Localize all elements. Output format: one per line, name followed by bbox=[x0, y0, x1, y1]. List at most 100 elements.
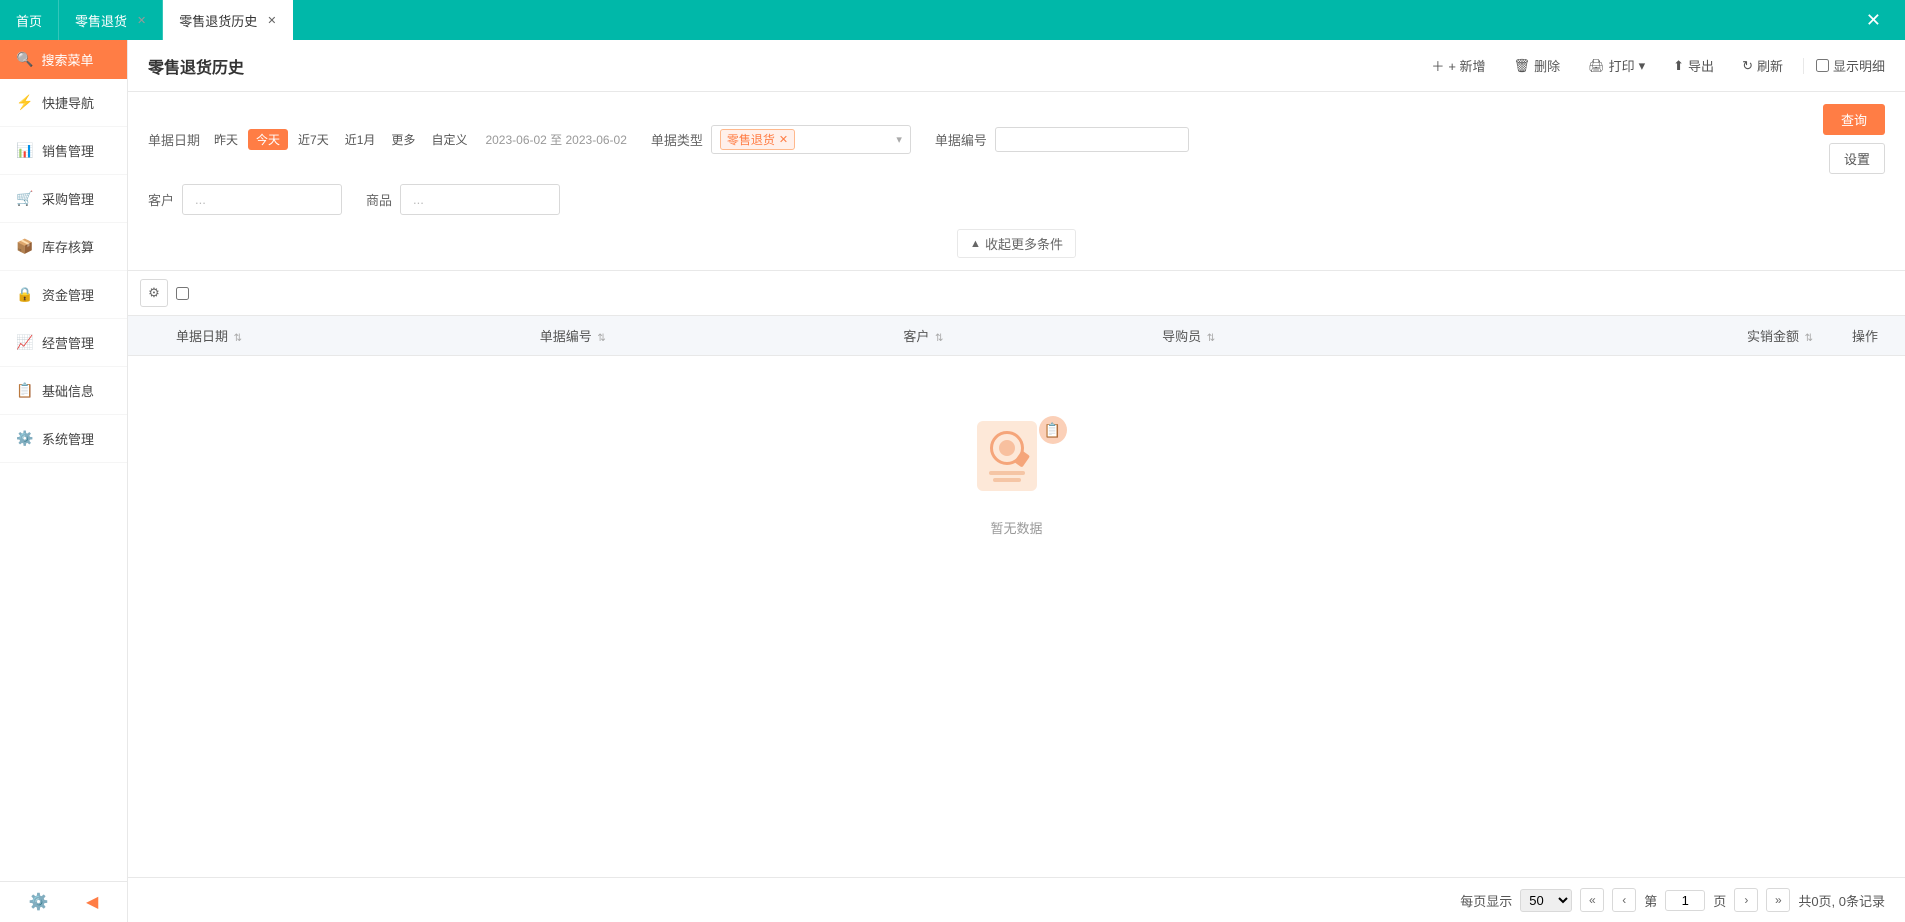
doc-type-tag-close[interactable]: ✕ bbox=[779, 133, 788, 146]
th-amount[interactable]: 实销金额 ⇅ bbox=[1461, 316, 1825, 356]
sidebar-item-biz-mgmt[interactable]: 📈 经营管理 bbox=[0, 319, 127, 367]
print-icon: 🖨 bbox=[1588, 58, 1605, 74]
date-btn-1month[interactable]: 近1月 bbox=[339, 129, 382, 150]
header-divider bbox=[1803, 58, 1804, 74]
table-head: 单据日期 ⇅ 单据编号 ⇅ 客户 ⇅ bbox=[128, 316, 1905, 356]
date-btn-more[interactable]: 更多 bbox=[385, 129, 421, 150]
tab-retail-return-label: 零售退货 bbox=[75, 11, 127, 30]
page-size-select[interactable]: 50 10 20 100 bbox=[1520, 889, 1572, 912]
date-btn-yesterday[interactable]: 昨天 bbox=[208, 129, 244, 150]
sidebar-item-quick-nav[interactable]: ⚡ 快捷导航 bbox=[0, 79, 127, 127]
quick-nav-icon: ⚡ bbox=[16, 94, 34, 112]
empty-text: 暂无数据 bbox=[990, 518, 1042, 537]
doc-no-label: 单据编号 bbox=[935, 130, 987, 149]
customer-filter-item: 客户 ... bbox=[148, 184, 342, 215]
date-btn-today[interactable]: 今天 bbox=[248, 129, 288, 150]
goods-label: 商品 bbox=[366, 190, 392, 209]
customer-placeholder: ... bbox=[191, 188, 210, 211]
goods-placeholder: ... bbox=[409, 188, 428, 211]
tab-retail-return-history-close[interactable]: ✕ bbox=[267, 14, 276, 27]
collapse-label: 收起更多条件 bbox=[985, 234, 1063, 253]
th-no[interactable]: 单据编号 ⇅ bbox=[528, 316, 892, 356]
sidebar-item-inventory[interactable]: 📦 库存核算 bbox=[0, 223, 127, 271]
next-page-btn[interactable]: › bbox=[1734, 888, 1758, 912]
date-range-display: 2023-06-02 至 2023-06-02 bbox=[485, 131, 626, 148]
page-label: 页 bbox=[1713, 891, 1726, 910]
customer-select[interactable]: ... bbox=[182, 184, 342, 215]
sidebar-items: ⚡ 快捷导航 📊 销售管理 🛒 采购管理 📦 库存核算 🔒 资金管理 📈 bbox=[0, 79, 127, 881]
basic-info-icon: 📋 bbox=[16, 382, 34, 400]
filter-settings-button[interactable]: 设置 bbox=[1829, 143, 1885, 174]
page-size-label: 每页显示 bbox=[1460, 891, 1512, 910]
sidebar-item-sales-mgmt[interactable]: 📊 销售管理 bbox=[0, 127, 127, 175]
show-detail-checkbox[interactable] bbox=[1816, 59, 1829, 72]
sidebar-item-sys-mgmt[interactable]: ⚙️ 系统管理 bbox=[0, 415, 127, 463]
window-close-button[interactable]: ✕ bbox=[1858, 10, 1889, 31]
page-header: 零售退货历史 ＋ + 新增 🗑 删除 🖨 打印 ▾ ⬆ 导出 bbox=[128, 40, 1905, 92]
sidebar: 🔍 搜索菜单 ⚡ 快捷导航 📊 销售管理 🛒 采购管理 📦 库存核算 🔒 bbox=[0, 40, 128, 922]
print-label: 打印 bbox=[1609, 56, 1635, 75]
refresh-button[interactable]: ↻ 刷新 bbox=[1734, 52, 1791, 79]
tab-retail-return-history[interactable]: 零售退货历史 ✕ bbox=[163, 0, 293, 40]
search-menu-btn[interactable]: 🔍 搜索菜单 bbox=[0, 40, 127, 79]
table-header-row: 单据日期 ⇅ 单据编号 ⇅ 客户 ⇅ bbox=[128, 316, 1905, 356]
th-customer[interactable]: 客户 ⇅ bbox=[891, 316, 1150, 356]
table-column-settings-btn[interactable]: ⚙ bbox=[140, 279, 168, 307]
data-table: 单据日期 ⇅ 单据编号 ⇅ 客户 ⇅ bbox=[128, 316, 1905, 356]
th-guide[interactable]: 导购员 ⇅ bbox=[1150, 316, 1461, 356]
filter-section: 单据日期 昨天 今天 近7天 近1月 更多 自定义 2023-06-02 至 2… bbox=[128, 92, 1905, 271]
sidebar-settings-icon[interactable]: ⚙️ bbox=[29, 892, 49, 912]
sys-mgmt-icon: ⚙️ bbox=[16, 430, 34, 448]
customer-sort-icon: ⇅ bbox=[935, 333, 943, 344]
prev-page-btn[interactable]: ‹ bbox=[1612, 888, 1636, 912]
date-btn-7days[interactable]: 近7天 bbox=[292, 129, 335, 150]
export-button[interactable]: ⬆ 导出 bbox=[1665, 52, 1722, 79]
sidebar-item-purchase-mgmt[interactable]: 🛒 采购管理 bbox=[0, 175, 127, 223]
goods-select[interactable]: ... bbox=[400, 184, 560, 215]
date-filter-item: 单据日期 昨天 今天 近7天 近1月 更多 自定义 2023-06-02 至 2… bbox=[148, 129, 627, 150]
th-checkbox bbox=[128, 316, 164, 356]
print-button[interactable]: 🖨 打印 ▾ bbox=[1580, 52, 1653, 79]
sidebar-collapse-icon[interactable]: ◀ bbox=[86, 892, 98, 912]
show-detail-checkbox-label[interactable]: 显示明细 bbox=[1816, 56, 1885, 75]
refresh-label: 刷新 bbox=[1757, 56, 1783, 75]
sidebar-item-finance-mgmt[interactable]: 🔒 资金管理 bbox=[0, 271, 127, 319]
date-filter-label: 单据日期 bbox=[148, 130, 200, 149]
add-button[interactable]: ＋ + 新增 bbox=[1423, 52, 1493, 79]
table-toolbar: ⚙ bbox=[128, 271, 1905, 316]
table-section: ⚙ 单据日期 ⇅ 单据编号 ⇅ bbox=[128, 271, 1905, 877]
first-page-btn[interactable]: « bbox=[1580, 888, 1604, 912]
page-number-input[interactable] bbox=[1665, 890, 1705, 911]
main-layout: 🔍 搜索菜单 ⚡ 快捷导航 📊 销售管理 🛒 采购管理 📦 库存核算 🔒 bbox=[0, 40, 1905, 922]
doc-type-label: 单据类型 bbox=[651, 130, 703, 149]
sidebar-item-biz-label: 经营管理 bbox=[42, 333, 94, 352]
query-button[interactable]: 查询 bbox=[1823, 104, 1885, 135]
show-detail-label: 显示明细 bbox=[1833, 56, 1885, 75]
empty-illustration: 📋 bbox=[967, 416, 1067, 506]
finance-mgmt-icon: 🔒 bbox=[16, 286, 34, 304]
sidebar-item-sales-label: 销售管理 bbox=[42, 141, 94, 160]
date-btn-custom[interactable]: 自定义 bbox=[425, 129, 473, 150]
no-sort-icon: ⇅ bbox=[597, 333, 605, 344]
tab-retail-return-history-label: 零售退货历史 bbox=[179, 11, 257, 30]
page-word: 第 bbox=[1644, 891, 1657, 910]
delete-label: 删除 bbox=[1534, 56, 1560, 75]
th-date[interactable]: 单据日期 ⇅ bbox=[164, 316, 528, 356]
export-label: 导出 bbox=[1688, 56, 1714, 75]
refresh-icon: ↻ bbox=[1742, 58, 1753, 74]
doc-no-input[interactable] bbox=[995, 127, 1189, 152]
doc-type-select[interactable]: 零售退货 ✕ ▾ bbox=[711, 125, 911, 154]
add-icon: ＋ bbox=[1431, 56, 1444, 75]
tab-home[interactable]: 首页 bbox=[0, 0, 59, 40]
tab-retail-return-close[interactable]: ✕ bbox=[137, 14, 146, 27]
delete-button[interactable]: 🗑 删除 bbox=[1506, 52, 1569, 79]
sidebar-item-basic-info[interactable]: 📋 基础信息 bbox=[0, 367, 127, 415]
top-bar-right: ✕ bbox=[1842, 10, 1905, 31]
goods-filter-item: 商品 ... bbox=[366, 184, 560, 215]
collapse-filter-button[interactable]: ▲ 收起更多条件 bbox=[957, 229, 1076, 258]
tab-retail-return[interactable]: 零售退货 ✕ bbox=[59, 0, 163, 40]
content-area: 零售退货历史 ＋ + 新增 🗑 删除 🖨 打印 ▾ ⬆ 导出 bbox=[128, 40, 1905, 922]
select-all-checkbox[interactable] bbox=[176, 287, 189, 300]
last-page-btn[interactable]: » bbox=[1766, 888, 1790, 912]
tab-list: 首页 零售退货 ✕ 零售退货历史 ✕ bbox=[0, 0, 1842, 40]
